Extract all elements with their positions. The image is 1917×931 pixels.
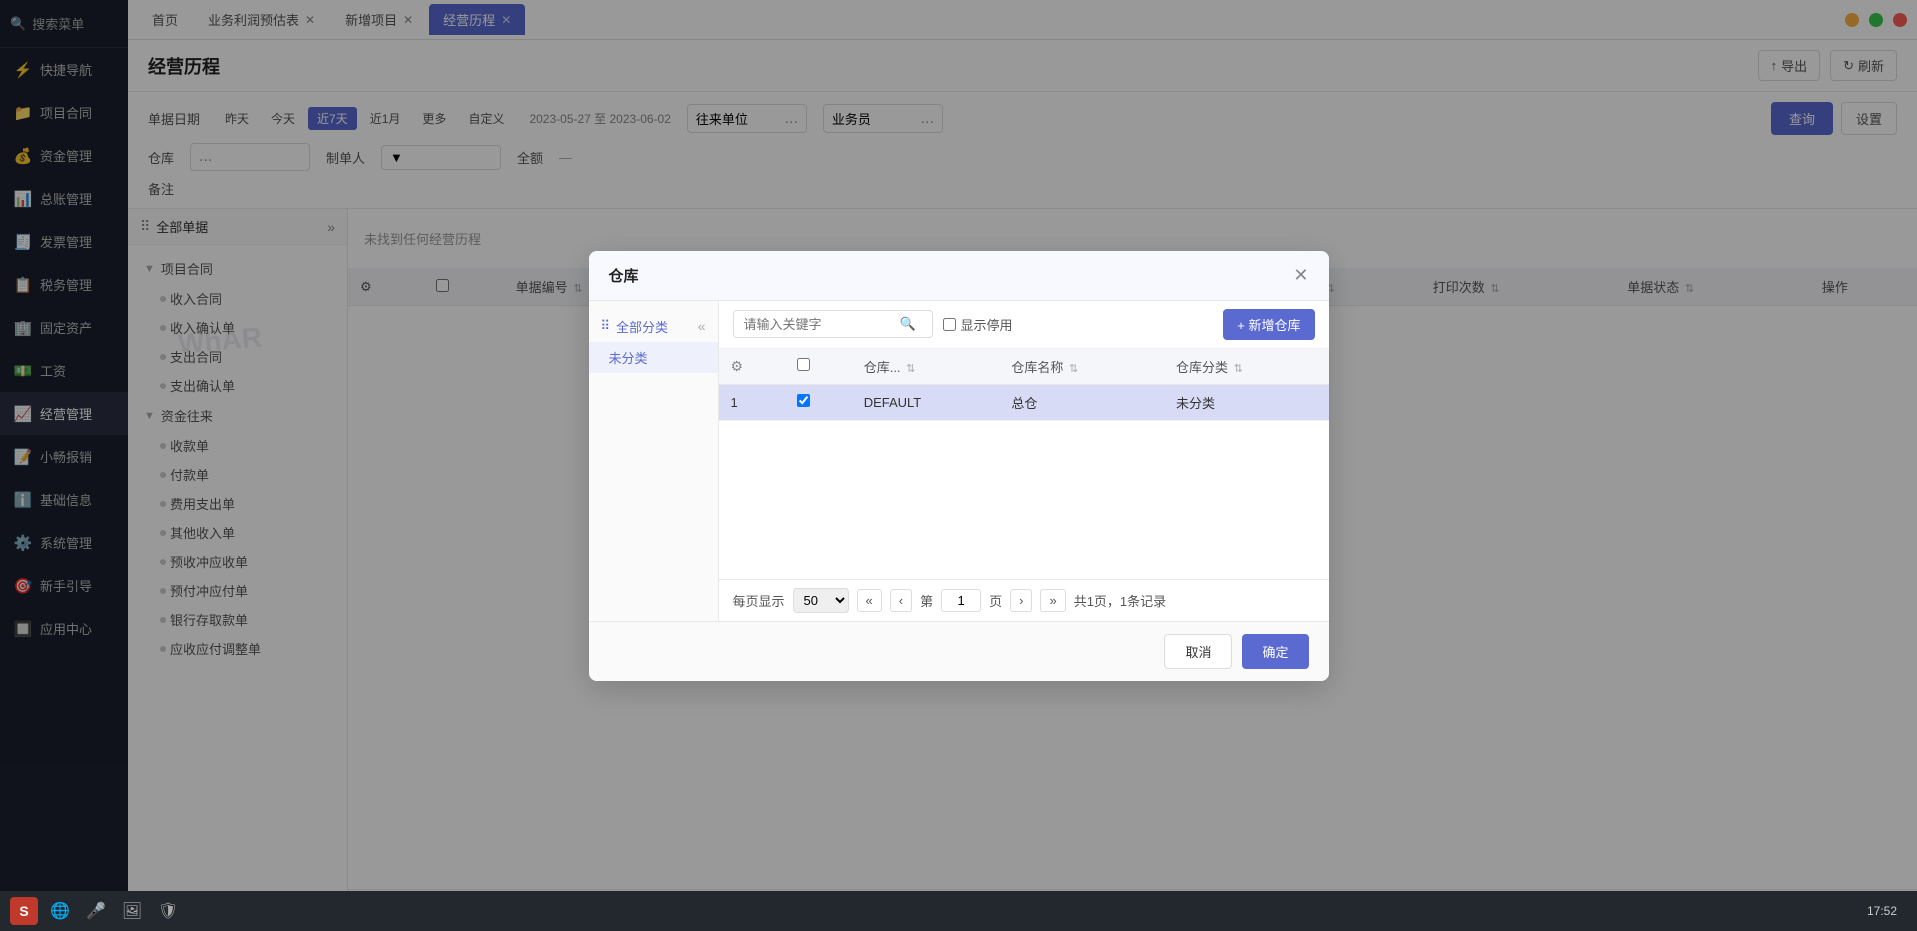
table-row[interactable]: 1 DEFAULT 总仓 未分类 [719, 384, 1329, 420]
modal-category-label: 全部分类 [616, 317, 668, 336]
modal-footer: 取消 确定 [589, 621, 1329, 681]
modal-table-header-row: ⚙ 仓库... ⇅ 仓库名称 [719, 349, 1329, 385]
row-checkbox[interactable] [797, 394, 810, 407]
modal-prev-page[interactable]: ‹ [890, 589, 912, 612]
modal-toolbar: 🔍 显示停用 + 新增仓库 [719, 301, 1329, 349]
modal-per-page-label: 每页显示 [733, 591, 785, 610]
sort-category-icon: ⇅ [1234, 363, 1243, 375]
warehouse-search-input[interactable] [744, 317, 894, 332]
taskbar: S 🌐 🎤 🖼 🛡 17:52 [0, 891, 1917, 931]
sort-code-icon: ⇅ [906, 363, 915, 375]
show-disabled-checkbox-label[interactable]: 显示停用 [943, 315, 1013, 334]
modal-right-panel: 🔍 显示停用 + 新增仓库 ⚙ [719, 301, 1329, 621]
show-disabled-checkbox[interactable] [943, 318, 956, 331]
row-name: 总仓 [999, 384, 1164, 420]
modal-select-all[interactable] [797, 358, 810, 371]
modal-page-label-pre: 第 [920, 591, 933, 610]
add-warehouse-button[interactable]: + 新增仓库 [1223, 309, 1314, 340]
modal-header: 仓库 ✕ [589, 251, 1329, 301]
modal-title: 仓库 [609, 265, 639, 286]
modal-first-page[interactable]: « [857, 589, 882, 612]
warehouse-search-field[interactable]: 🔍 [733, 310, 933, 338]
warehouse-modal: 仓库 ✕ ⠿ 全部分类 « 未分类 [589, 251, 1329, 681]
grid-icon: ⠿ [601, 318, 611, 334]
modal-total-info: 共1页，1条记录 [1074, 591, 1166, 610]
row-checkbox-cell [785, 384, 852, 420]
modal-close-button[interactable]: ✕ [1293, 265, 1308, 286]
modal-pagination: 每页显示 50 100 « ‹ 第 页 › » 共1页，1条记录 [719, 579, 1329, 621]
taskbar-icon-2[interactable]: 🌐 [46, 897, 74, 925]
modal-table-area: ⚙ 仓库... ⇅ 仓库名称 [719, 349, 1329, 579]
modal-left-collapse-button[interactable]: « [698, 318, 706, 334]
search-icon: 🔍 [900, 316, 916, 332]
row-category: 未分类 [1164, 384, 1329, 420]
cancel-button[interactable]: 取消 [1164, 634, 1232, 669]
modal-category-uncategorized[interactable]: 未分类 [589, 342, 718, 373]
modal-left-panel: ⠿ 全部分类 « 未分类 [589, 301, 719, 621]
taskbar-icon-4[interactable]: 🖼 [118, 897, 146, 925]
modal-table: ⚙ 仓库... ⇅ 仓库名称 [719, 349, 1329, 421]
mth-settings: ⚙ [719, 349, 785, 385]
modal-body: ⠿ 全部分类 « 未分类 🔍 [589, 301, 1329, 621]
taskbar-icon-3[interactable]: 🎤 [82, 897, 110, 925]
modal-last-page[interactable]: » [1040, 589, 1065, 612]
row-code: DEFAULT [852, 384, 1000, 420]
sort-name-icon: ⇅ [1069, 363, 1078, 375]
modal-overlay: 仓库 ✕ ⠿ 全部分类 « 未分类 [0, 0, 1917, 931]
mth-warehouse-category[interactable]: 仓库分类 ⇅ [1164, 349, 1329, 385]
modal-per-page-select[interactable]: 50 100 [793, 588, 849, 613]
modal-page-label: 页 [989, 591, 1002, 610]
table-settings-icon[interactable]: ⚙ [731, 358, 744, 374]
mth-warehouse-name[interactable]: 仓库名称 ⇅ [999, 349, 1164, 385]
row-index: 1 [719, 384, 785, 420]
show-disabled-label: 显示停用 [961, 315, 1013, 334]
taskbar-icons: S 🌐 🎤 🖼 🛡 [10, 897, 182, 925]
confirm-button[interactable]: 确定 [1242, 634, 1308, 669]
mth-warehouse-code[interactable]: 仓库... ⇅ [852, 349, 1000, 385]
modal-page-input[interactable] [941, 589, 981, 612]
taskbar-icon-5[interactable]: 🛡 [154, 897, 182, 925]
modal-next-page[interactable]: › [1010, 589, 1032, 612]
modal-left-header: ⠿ 全部分类 « [589, 311, 718, 342]
taskbar-time: 17:52 [1867, 904, 1907, 918]
mth-checkbox [785, 349, 852, 385]
taskbar-icon-1[interactable]: S [10, 897, 38, 925]
modal-left-scroll: 未分类 [589, 342, 718, 373]
